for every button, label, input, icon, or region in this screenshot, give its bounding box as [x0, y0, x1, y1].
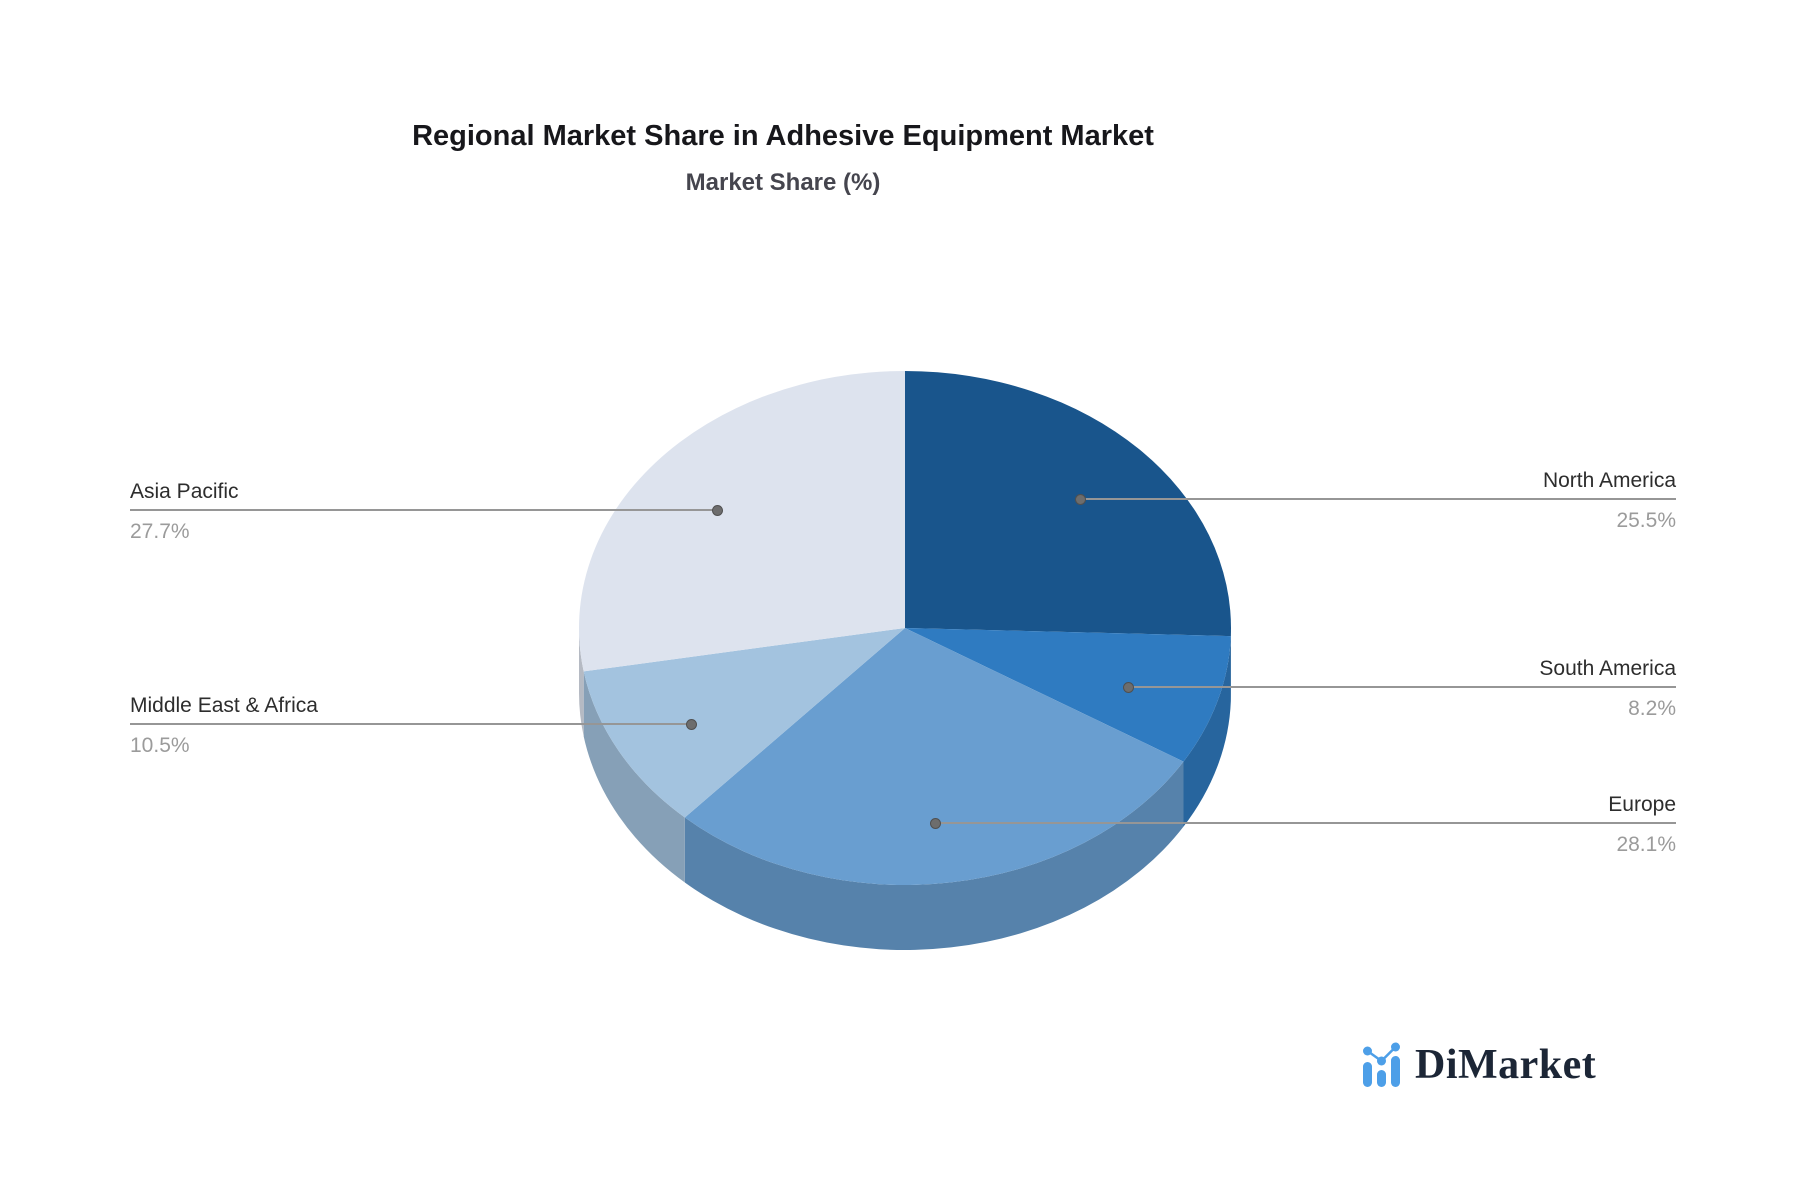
leader-line: [130, 505, 723, 516]
leader-line: [1123, 682, 1676, 693]
pie-label-name: Asia Pacific: [130, 480, 239, 503]
brand-name: DiMarket: [1415, 1042, 1597, 1088]
leader-line: [1075, 494, 1676, 505]
pie-label-name: South America: [1539, 657, 1676, 680]
brand-logo: DiMarket: [1363, 1042, 1596, 1088]
pie-label-name: Middle East & Africa: [130, 694, 318, 717]
pie-label-europe: Europe 28.1%: [930, 792, 1676, 858]
leader-dot: [1123, 682, 1134, 693]
pie-label-north-america: North America 25.5%: [1075, 468, 1676, 534]
leader-dot: [712, 505, 723, 516]
pie-label-name: Europe: [1608, 793, 1676, 816]
leader-line: [930, 818, 1676, 829]
leader-dot: [930, 818, 941, 829]
chart-canvas: Regional Market Share in Adhesive Equipm…: [0, 0, 1800, 1196]
pie-label-value: 28.1%: [1616, 833, 1676, 856]
pie-label-asia-pacific: Asia Pacific 27.7%: [130, 479, 723, 545]
pie-label-middle-east-africa: Middle East & Africa 10.5%: [130, 693, 697, 759]
pie-label-name: North America: [1542, 469, 1676, 492]
pie-label-value: 8.2%: [1628, 697, 1676, 720]
pie-label-value: 10.5%: [130, 734, 190, 757]
leader-dot: [686, 719, 697, 730]
pie-label-value: 27.7%: [130, 520, 190, 543]
leader-dot: [1075, 494, 1086, 505]
pie-chart-3d: [579, 371, 1231, 951]
pie-label-south-america: South America 8.2%: [1123, 656, 1676, 722]
leader-line: [130, 719, 697, 730]
pie-label-value: 25.5%: [1616, 509, 1676, 532]
bar-line-chart-icon: [1363, 1042, 1400, 1087]
